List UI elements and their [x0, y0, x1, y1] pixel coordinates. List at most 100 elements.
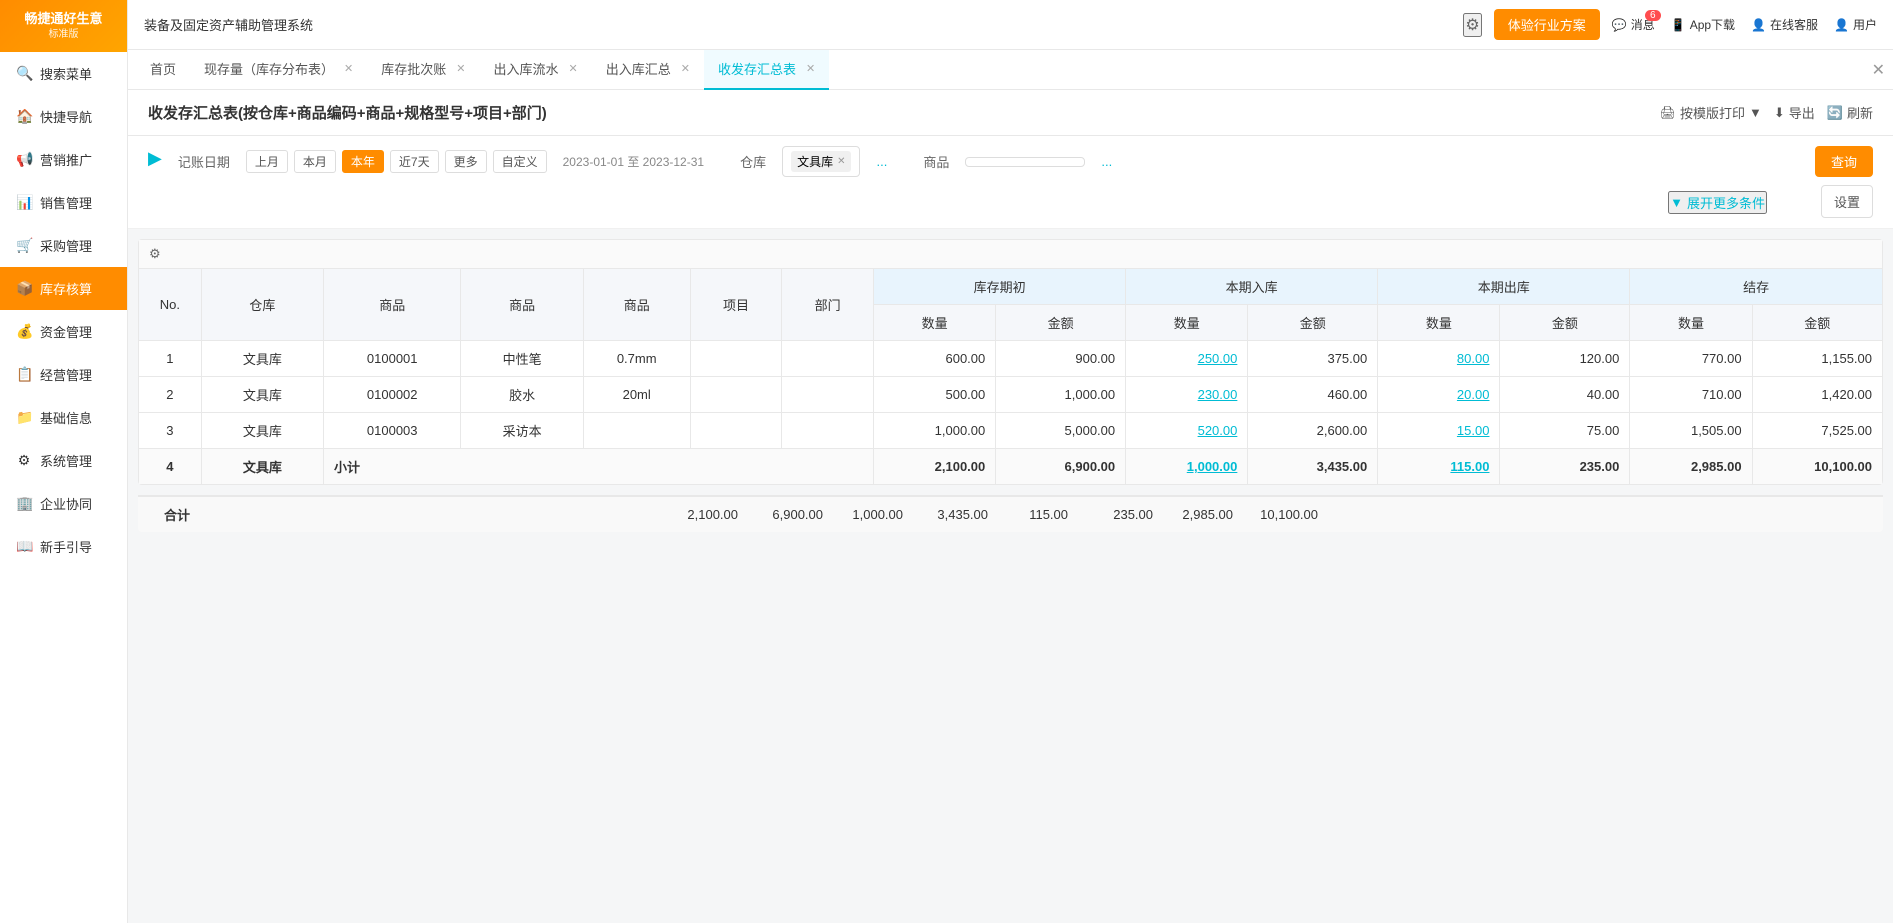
goods-more-btn[interactable]: ... [1101, 154, 1112, 169]
cell-warehouse: 文具库 [201, 413, 323, 449]
sidebar-label-finance: 资金管理 [40, 322, 92, 341]
online-service-action[interactable]: 👤 在线客服 [1751, 16, 1818, 33]
th-out-qty: 数量 [1378, 305, 1500, 341]
logo-title: 畅捷通好生意 [8, 10, 119, 28]
date-btn-this-year[interactable]: 本年 [342, 150, 384, 173]
sidebar-item-guide[interactable]: 📖新手引导 [0, 525, 127, 568]
cell-bal-amt: 1,420.00 [1752, 377, 1882, 413]
th-spec: 商品 [583, 269, 690, 341]
print-button[interactable]: 🖨 按模版打印 ▼ [1659, 103, 1761, 122]
export-button[interactable]: ⬇ 导出 [1774, 103, 1815, 122]
date-range-display: 2023-01-01 至 2023-12-31 [563, 153, 704, 170]
filter-collapse-arrow[interactable]: ▶ [148, 148, 162, 169]
date-btn-more[interactable]: 更多 [445, 150, 487, 173]
warehouse-filter-input[interactable]: 文具库 ✕ [782, 146, 860, 177]
sidebar-item-sales[interactable]: 📊销售管理 [0, 181, 127, 224]
sales-icon: 📊 [16, 194, 32, 211]
search-icon: 🔍 [16, 65, 32, 82]
chevron-down-icon: ▼ [1670, 195, 1683, 210]
cell-in-qty[interactable]: 230.00 [1126, 377, 1248, 413]
tab-home[interactable]: 首页 [136, 50, 190, 90]
tab-inout_flow[interactable]: 出入库流水 ✕ [479, 50, 591, 90]
messages-badge: 6 [1645, 10, 1661, 21]
enterprise-icon: 🏢 [16, 495, 32, 512]
sidebar-item-finance[interactable]: 💰资金管理 [0, 310, 127, 353]
cell-open-amt: 5,000.00 [996, 413, 1126, 449]
inventory-icon: 📦 [16, 280, 32, 297]
cell-open-qty: 500.00 [874, 377, 996, 413]
app-download-action[interactable]: 📱 App下载 [1671, 16, 1735, 33]
cell-out-qty[interactable]: 20.00 [1378, 377, 1500, 413]
data-table-container: ⚙ No. 仓库 商品 商品 商品 项目 部门 库存期初 本期入库 本期出库 [138, 239, 1883, 485]
cell-in-qty[interactable]: 250.00 [1126, 341, 1248, 377]
sidebar-item-quicknav[interactable]: 🏠快捷导航 [0, 95, 127, 138]
cell-no: 3 [139, 413, 201, 449]
goods-filter-input[interactable] [965, 157, 1085, 167]
sidebar-item-basic[interactable]: 📁基础信息 [0, 396, 127, 439]
sidebar-label-system: 系统管理 [40, 451, 92, 470]
tab-label-inout_summary: 出入库汇总 [606, 59, 671, 78]
sidebar-item-search[interactable]: 🔍 搜索菜单 [0, 52, 127, 95]
cell-out-qty[interactable]: 80.00 [1378, 341, 1500, 377]
sidebar-item-marketing[interactable]: 📢营销推广 [0, 138, 127, 181]
sidebar-item-purchase[interactable]: 🛒采购管理 [0, 224, 127, 267]
settings-icon[interactable]: ⚙ [1463, 13, 1481, 37]
table-row: 3 文具库 0100003 采访本 1,000.00 5,000.00 520.… [139, 413, 1882, 449]
th-out-amt: 金额 [1500, 305, 1630, 341]
tab-label-inout_flow: 出入库流水 [493, 59, 558, 78]
tab-close-inout_summary[interactable]: ✕ [681, 62, 690, 75]
tab-bar-close-button[interactable]: ✕ [1872, 60, 1885, 80]
tab-close-recv_send[interactable]: ✕ [806, 62, 815, 75]
column-settings-icon[interactable]: ⚙ [149, 246, 161, 262]
expand-conditions-btn[interactable]: ▼ 展开更多条件 [1668, 191, 1767, 214]
sidebar-item-inventory[interactable]: 📦库存核算 [0, 267, 127, 310]
cell-sub-out-amt: 235.00 [1500, 449, 1630, 485]
messages-action[interactable]: 💬 消息 6 [1612, 16, 1655, 33]
th-balance: 结存 [1630, 269, 1882, 305]
cell-sub-bal-qty: 2,985.00 [1630, 449, 1752, 485]
sidebar-label-search: 搜索菜单 [40, 64, 92, 83]
user-action[interactable]: 👤 用户 [1834, 16, 1877, 33]
sidebar-item-system[interactable]: ⚙系统管理 [0, 439, 127, 482]
tab-stock_dist[interactable]: 现存量（库存分布表）✕ [190, 50, 367, 90]
tab-close-inout_flow[interactable]: ✕ [569, 62, 578, 75]
tab-batch[interactable]: 库存批次账✕ [367, 50, 479, 90]
warehouse-more-btn[interactable]: ... [876, 154, 887, 169]
date-btn-last-month[interactable]: 上月 [246, 150, 288, 173]
date-btn-custom[interactable]: 自定义 [493, 150, 547, 173]
tab-recv_send[interactable]: 收发存汇总表✕ [704, 50, 829, 90]
date-btn-7days[interactable]: 近7天 [390, 150, 439, 173]
cell-out-qty[interactable]: 15.00 [1378, 413, 1500, 449]
refresh-button[interactable]: 🔄 刷新 [1827, 103, 1873, 122]
table-row: 1 文具库 0100001 中性笔 0.7mm 600.00 900.00 25… [139, 341, 1882, 377]
warehouse-tag-close[interactable]: ✕ [837, 156, 845, 167]
th-in-amt: 金额 [1248, 305, 1378, 341]
app-logo: 畅捷通好生意 标准版 [0, 0, 127, 52]
query-button[interactable]: 查询 [1815, 146, 1873, 177]
cell-in-qty[interactable]: 520.00 [1126, 413, 1248, 449]
cell-warehouse: 文具库 [201, 341, 323, 377]
cell-out-amt: 120.00 [1500, 341, 1630, 377]
refresh-icon: 🔄 [1827, 105, 1843, 121]
footer-out-qty: 115.00 [998, 507, 1078, 522]
app-download-label: App下载 [1690, 16, 1735, 33]
tab-inout_summary[interactable]: 出入库汇总 ✕ [592, 50, 704, 90]
tab-close-stock_dist[interactable]: ✕ [344, 62, 353, 75]
cell-sub-in-qty[interactable]: 1,000.00 [1126, 449, 1248, 485]
settings-button[interactable]: 设置 [1821, 185, 1873, 218]
cell-sub-out-qty[interactable]: 115.00 [1378, 449, 1500, 485]
footer-in-qty: 1,000.00 [833, 507, 913, 522]
cell-bal-qty: 1,505.00 [1630, 413, 1752, 449]
footer-total-label: 合计 [148, 505, 668, 524]
cell-dept [782, 377, 874, 413]
cell-open-qty: 1,000.00 [874, 413, 996, 449]
date-btn-this-month[interactable]: 本月 [294, 150, 336, 173]
chevron-down-icon: ▼ [1749, 105, 1762, 120]
tab-close-batch[interactable]: ✕ [456, 62, 465, 75]
trial-button[interactable]: 体验行业方案 [1494, 9, 1600, 40]
user-label: 用户 [1853, 16, 1877, 33]
sidebar-item-enterprise[interactable]: 🏢企业协同 [0, 482, 127, 525]
sidebar-item-operation[interactable]: 📋经营管理 [0, 353, 127, 396]
print-icon: 🖨 [1659, 105, 1676, 121]
system-name: 装备及固定资产辅助管理系统 [144, 15, 1451, 34]
